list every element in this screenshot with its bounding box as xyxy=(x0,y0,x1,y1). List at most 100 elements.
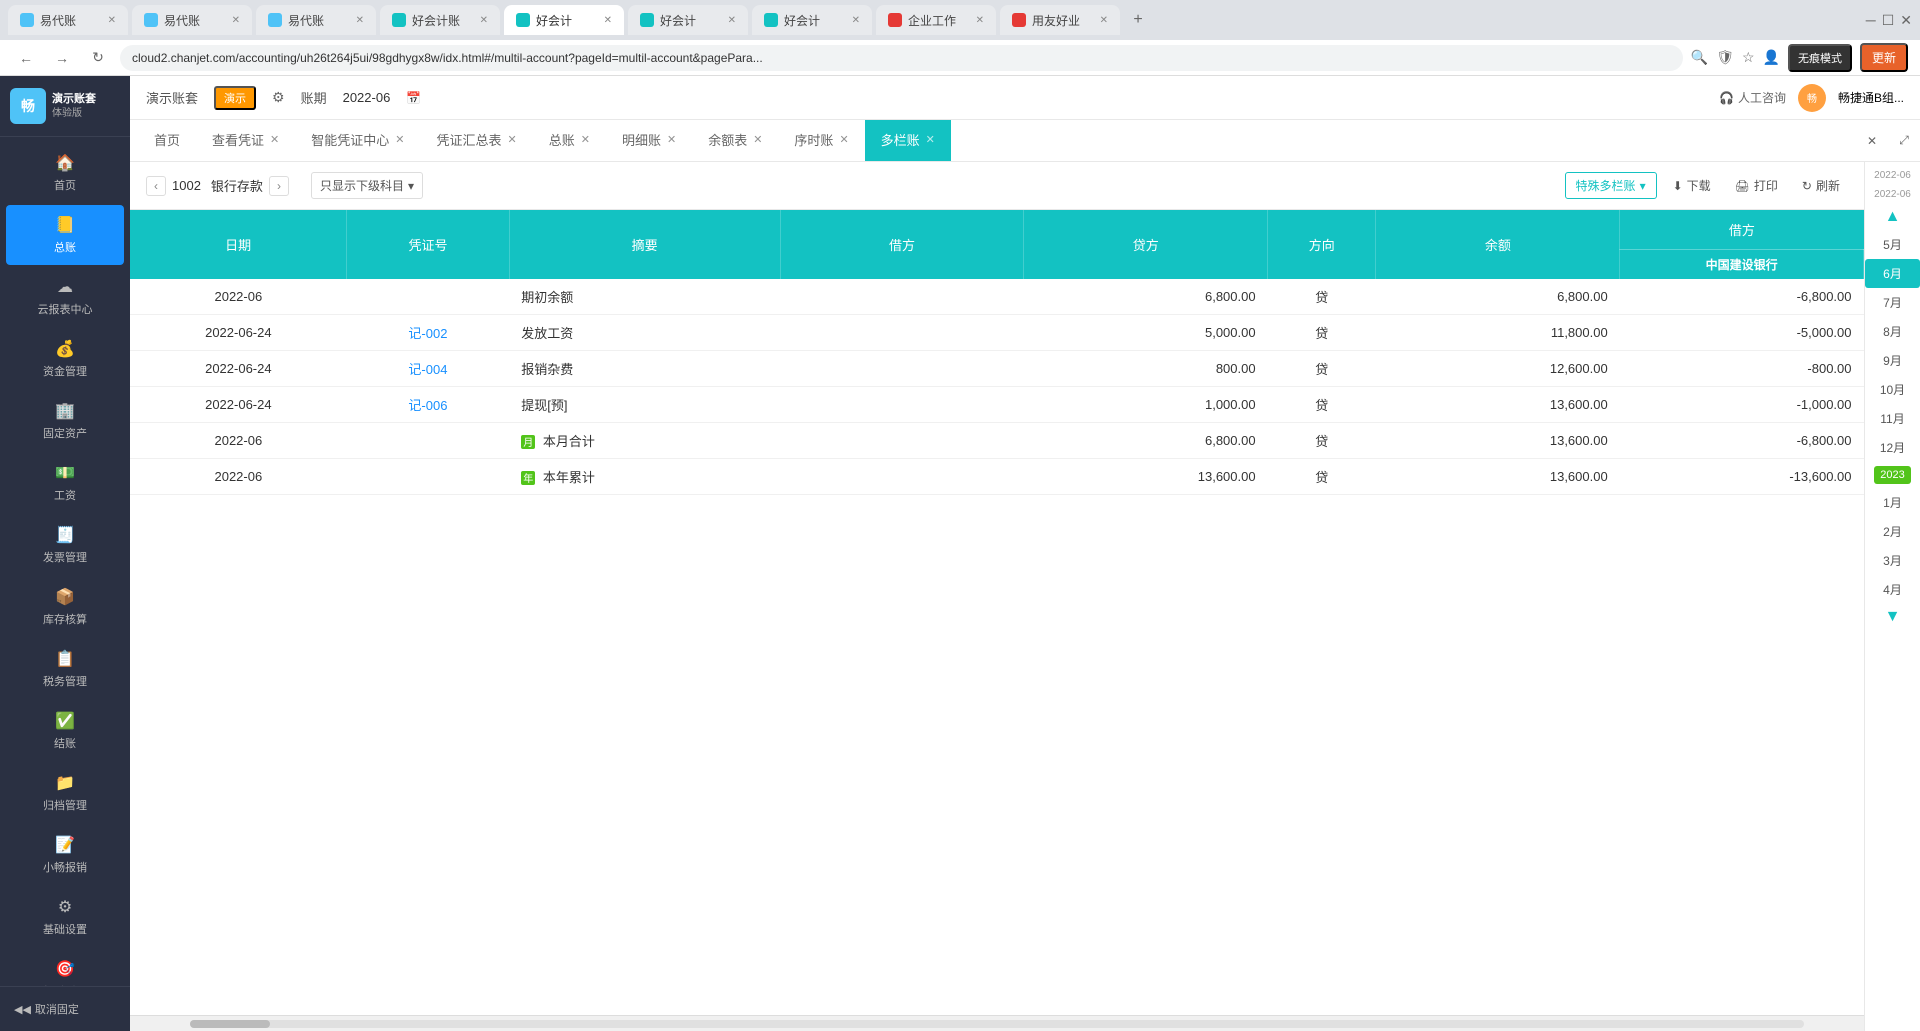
tab-close-2[interactable]: ✕ xyxy=(232,15,240,26)
tab-smart-voucher[interactable]: 智能凭证中心 ✕ xyxy=(295,120,420,161)
profile-icon[interactable]: 👤 xyxy=(1763,49,1780,66)
tab-close-6[interactable]: ✕ xyxy=(728,15,736,26)
calendar-icon[interactable]: 📅 xyxy=(406,91,421,105)
tab-close-multi-column[interactable]: ✕ xyxy=(926,133,935,146)
browser-tab-6[interactable]: 好会计 ✕ xyxy=(628,5,748,35)
print-button[interactable]: 🖨 打印 xyxy=(1727,173,1786,198)
prev-account-button[interactable]: ‹ xyxy=(146,176,166,196)
tab-multi-column[interactable]: 多栏账 ✕ xyxy=(865,120,951,161)
cal-month-5[interactable]: 5月 xyxy=(1865,230,1920,259)
tab-close-sequence-ledger[interactable]: ✕ xyxy=(839,133,848,146)
cal-month-7[interactable]: 7月 xyxy=(1865,288,1920,317)
browser-tab-2[interactable]: 易代账 ✕ xyxy=(132,5,252,35)
demo-badge[interactable]: 演示 xyxy=(214,86,256,110)
cal-month-9[interactable]: 9月 xyxy=(1865,346,1920,375)
browser-tab-5[interactable]: 好会计 ✕ xyxy=(504,5,624,35)
settings-icon[interactable]: ⚙ xyxy=(272,89,285,106)
voucher-link-3[interactable]: 记-004 xyxy=(408,362,447,377)
browser-tab-7[interactable]: 好会计 ✕ xyxy=(752,5,872,35)
sidebar-item-archive[interactable]: 📁 归档管理 xyxy=(6,763,124,823)
browser-tab-1[interactable]: 易代账 ✕ xyxy=(8,5,128,35)
tab-close-detail-ledger[interactable]: ✕ xyxy=(667,133,676,146)
tab-close-smart-voucher[interactable]: ✕ xyxy=(395,133,404,146)
sidebar-item-ledger[interactable]: 📒 总账 xyxy=(6,205,124,265)
star-icon[interactable]: ☆ xyxy=(1742,49,1755,66)
sidebar-item-expense[interactable]: 📝 小畅报销 xyxy=(6,825,124,885)
cell-voucher-3[interactable]: 记-004 xyxy=(347,351,510,387)
tab-close-7[interactable]: ✕ xyxy=(852,15,860,26)
calendar-up-button[interactable]: ▲ xyxy=(1881,204,1905,230)
calendar-down-button[interactable]: ▼ xyxy=(1881,604,1905,630)
sidebar-item-close[interactable]: ✅ 结账 xyxy=(6,701,124,761)
maximize-button[interactable]: ☐ xyxy=(1882,12,1895,29)
cal-month-2023-1[interactable]: 1月 xyxy=(1865,488,1920,517)
tab-expand-button[interactable]: ⤢ xyxy=(1888,123,1920,159)
cal-month-11[interactable]: 11月 xyxy=(1865,404,1920,433)
tab-detail-ledger[interactable]: 明细账 ✕ xyxy=(606,120,692,161)
browser-tab-4[interactable]: 好会计账 ✕ xyxy=(380,5,500,35)
tab-close-view-voucher[interactable]: ✕ xyxy=(270,133,279,146)
tab-voucher-summary[interactable]: 凭证汇总表 ✕ xyxy=(420,120,532,161)
address-input[interactable] xyxy=(120,45,1683,71)
forward-button[interactable]: → xyxy=(48,44,76,72)
update-button[interactable]: 更新 xyxy=(1860,43,1908,72)
sidebar-item-inventory[interactable]: 📦 库存核算 xyxy=(6,577,124,637)
cal-month-8[interactable]: 8月 xyxy=(1865,317,1920,346)
tab-close-4[interactable]: ✕ xyxy=(480,15,488,26)
sidebar-item-assets[interactable]: 🏢 固定资产 xyxy=(6,391,124,451)
reload-button[interactable]: ↻ xyxy=(84,44,112,72)
sidebar-item-salary[interactable]: 💵 工资 xyxy=(6,453,124,513)
tab-balance[interactable]: 余额表 ✕ xyxy=(692,120,778,161)
tab-close-9[interactable]: ✕ xyxy=(1100,15,1108,26)
tab-home[interactable]: 首页 xyxy=(138,120,196,161)
cal-month-12[interactable]: 12月 xyxy=(1865,433,1920,462)
tab-close-5[interactable]: ✕ xyxy=(604,15,612,26)
cal-month-6[interactable]: 6月 xyxy=(1865,259,1920,288)
incognito-button[interactable]: 无痕模式 xyxy=(1788,44,1852,72)
app-logo-text: 演示账套 体验版 xyxy=(52,92,96,119)
browser-tab-8[interactable]: 企业工作 ✕ xyxy=(876,5,996,35)
pin-button[interactable]: ◀◀ 取消固定 xyxy=(8,995,122,1023)
cal-month-2023-2[interactable]: 2月 xyxy=(1865,517,1920,546)
cal-month-2023-4[interactable]: 4月 xyxy=(1865,575,1920,604)
minimize-button[interactable]: ─ xyxy=(1866,12,1876,28)
sidebar-item-guide[interactable]: 🎯 新手引导 xyxy=(6,949,124,986)
cal-month-10[interactable]: 10月 xyxy=(1865,375,1920,404)
sidebar-item-settings[interactable]: ⚙ 基础设置 xyxy=(6,887,124,947)
consult-button[interactable]: 🎧 人工咨询 xyxy=(1719,89,1786,106)
subject-filter-dropdown[interactable]: 只显示下级科目 ▾ xyxy=(311,172,423,199)
sidebar-item-reports[interactable]: ☁ 云报表中心 xyxy=(6,267,124,327)
new-tab-button[interactable]: + xyxy=(1124,6,1152,34)
close-button[interactable]: ✕ xyxy=(1900,12,1912,29)
browser-tab-9[interactable]: 用友好业 ✕ xyxy=(1000,5,1120,35)
sidebar-item-invoice[interactable]: 🧾 发票管理 xyxy=(6,515,124,575)
cal-month-2023-3[interactable]: 3月 xyxy=(1865,546,1920,575)
next-account-button[interactable]: › xyxy=(269,176,289,196)
refresh-button[interactable]: ↻ 刷新 xyxy=(1794,173,1848,198)
search-icon[interactable]: 🔍 xyxy=(1691,49,1708,66)
tab-sequence-ledger[interactable]: 序时账 ✕ xyxy=(778,120,864,161)
download-button[interactable]: ⬇ 下载 xyxy=(1665,173,1719,198)
tab-close-3[interactable]: ✕ xyxy=(356,15,364,26)
browser-tab-3[interactable]: 易代账 ✕ xyxy=(256,5,376,35)
sidebar-item-home[interactable]: 🏠 首页 xyxy=(6,143,124,203)
tab-close-general-ledger[interactable]: ✕ xyxy=(581,133,590,146)
tab-close-voucher-summary[interactable]: ✕ xyxy=(508,133,517,146)
voucher-link-4[interactable]: 记-006 xyxy=(408,398,447,413)
back-button[interactable]: ← xyxy=(12,44,40,72)
tab-close-8[interactable]: ✕ xyxy=(976,15,984,26)
sidebar-item-funds[interactable]: 💰 资金管理 xyxy=(6,329,124,389)
cell-voucher-4[interactable]: 记-006 xyxy=(347,387,510,423)
sidebar-item-label-ledger: 总账 xyxy=(54,239,76,255)
scrollbar-thumb[interactable] xyxy=(190,1020,270,1028)
sidebar-item-tax[interactable]: 📋 税务管理 xyxy=(6,639,124,699)
tab-close-1[interactable]: ✕ xyxy=(108,15,116,26)
voucher-link-2[interactable]: 记-002 xyxy=(408,326,447,341)
tab-general-ledger[interactable]: 总账 ✕ xyxy=(533,120,606,161)
tab-view-voucher[interactable]: 查看凭证 ✕ xyxy=(196,120,295,161)
special-multicolumn-button[interactable]: 特殊多栏账 ▾ xyxy=(1565,172,1657,199)
cell-voucher-2[interactable]: 记-002 xyxy=(347,315,510,351)
tab-close-balance[interactable]: ✕ xyxy=(753,133,762,146)
tab-collapse-button[interactable]: ✕ xyxy=(1856,123,1888,159)
bottom-scrollbar[interactable] xyxy=(130,1015,1864,1031)
